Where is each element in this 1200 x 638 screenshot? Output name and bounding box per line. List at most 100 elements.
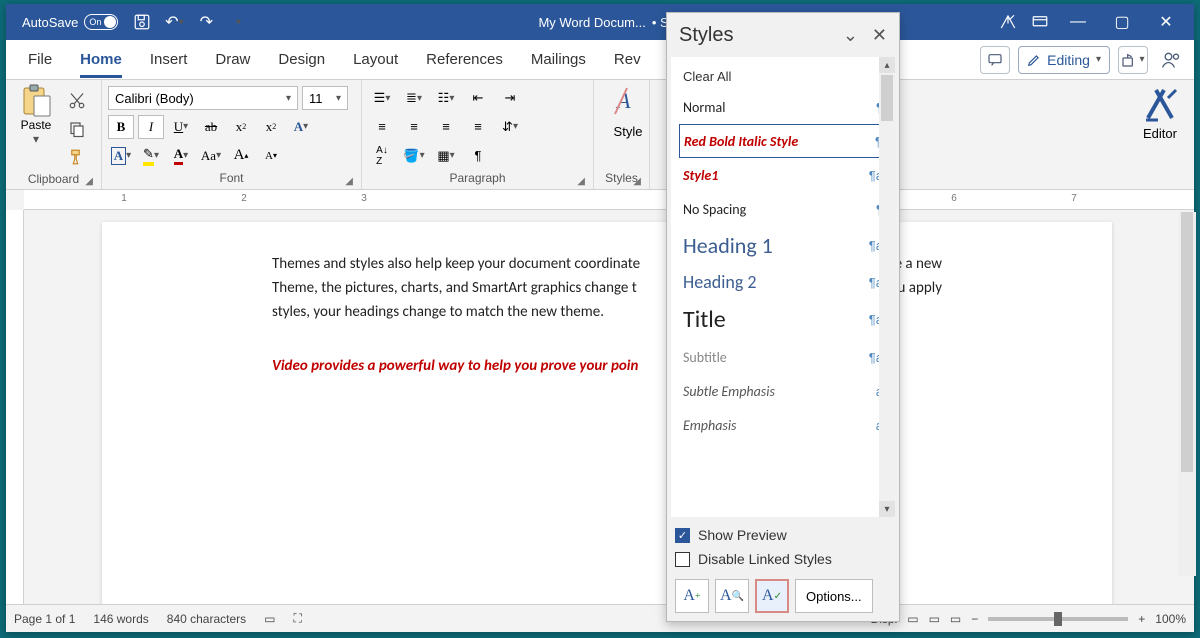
- paste-button[interactable]: Paste▾: [12, 84, 60, 170]
- styles-pane: Styles ⌄ ✕ Clear All Normal¶Red Bold Ita…: [666, 12, 900, 622]
- undo-icon[interactable]: ↶▾: [158, 6, 190, 38]
- styles-launcher-icon[interactable]: ◢: [633, 176, 641, 187]
- font-color-button[interactable]: A▾: [168, 144, 194, 168]
- autosave-toggle[interactable]: On: [84, 14, 118, 30]
- cut-icon[interactable]: [64, 88, 90, 114]
- tab-mailings[interactable]: Mailings: [517, 40, 600, 80]
- status-accessibility-icon[interactable]: ⛶: [294, 611, 302, 626]
- manage-styles-button[interactable]: A✓: [755, 579, 789, 613]
- show-marks-button[interactable]: ¶: [464, 144, 492, 168]
- clipboard-group-label: Clipboard: [28, 172, 79, 186]
- show-preview-checkbox[interactable]: ✓Show Preview: [675, 523, 891, 547]
- vertical-ruler[interactable]: [6, 210, 24, 604]
- font-color-outline-button[interactable]: A▾: [108, 144, 134, 168]
- clipboard-launcher-icon[interactable]: ◢: [85, 176, 93, 187]
- comments-button[interactable]: [980, 46, 1010, 74]
- align-center-button[interactable]: ≡: [400, 115, 428, 139]
- ribbon-reader-icon[interactable]: [992, 6, 1024, 38]
- style-item-5[interactable]: Heading 2¶a: [679, 265, 893, 299]
- sort-button[interactable]: A↓Z: [368, 144, 396, 168]
- format-painter-icon[interactable]: [64, 144, 90, 170]
- style-item-3[interactable]: No Spacing¶: [679, 192, 893, 226]
- paragraph-launcher-icon[interactable]: ◢: [577, 176, 585, 187]
- style-clear-all[interactable]: Clear All: [679, 63, 893, 90]
- styles-gallery-button[interactable]: A Style: [600, 84, 656, 139]
- bold-button[interactable]: B: [108, 115, 134, 139]
- increase-indent-button[interactable]: ⇥: [496, 86, 524, 110]
- shading-button[interactable]: 🪣▾: [400, 144, 428, 168]
- ribbon-display-icon[interactable]: [1024, 6, 1056, 38]
- multilevel-button[interactable]: ☷▾: [432, 86, 460, 110]
- view-web-icon[interactable]: ▭: [950, 612, 961, 626]
- font-launcher-icon[interactable]: ◢: [345, 176, 353, 187]
- align-left-button[interactable]: ≡: [368, 115, 396, 139]
- style-item-4[interactable]: Heading 1¶a: [679, 226, 893, 265]
- zoom-level[interactable]: 100%: [1155, 612, 1186, 626]
- highlight-button[interactable]: ✎▾: [138, 144, 164, 168]
- horizontal-ruler[interactable]: 1 2 3 6 7: [24, 190, 1194, 210]
- change-case-button[interactable]: Aa▾: [198, 144, 224, 168]
- align-right-button[interactable]: ≡: [432, 115, 460, 139]
- style-item-7[interactable]: Subtitle¶a: [679, 340, 893, 374]
- bullets-button[interactable]: ☰▾: [368, 86, 396, 110]
- justify-button[interactable]: ≡: [464, 115, 492, 139]
- zoom-slider[interactable]: [988, 617, 1128, 621]
- style-item-0[interactable]: Normal¶: [679, 90, 893, 124]
- options-button[interactable]: Options...: [795, 579, 873, 613]
- tab-design[interactable]: Design: [264, 40, 339, 80]
- grow-font-button[interactable]: A▴: [228, 144, 254, 168]
- zoom-in-button[interactable]: +: [1138, 612, 1145, 626]
- tab-file[interactable]: File: [14, 40, 66, 80]
- qat-customize-icon[interactable]: ▾: [222, 6, 254, 38]
- text-effects-button[interactable]: A▾: [288, 115, 314, 139]
- decrease-indent-button[interactable]: ⇤: [464, 86, 492, 110]
- tab-insert[interactable]: Insert: [136, 40, 202, 80]
- account-icon[interactable]: [1156, 46, 1186, 74]
- status-readmode-icon[interactable]: ▭: [264, 612, 275, 626]
- tab-review[interactable]: Rev: [600, 40, 655, 80]
- strikethrough-button[interactable]: ab: [198, 115, 224, 139]
- styles-scrollbar[interactable]: ▴▾: [879, 57, 895, 517]
- style-item-6[interactable]: Title¶a: [679, 299, 893, 340]
- status-chars[interactable]: 840 characters: [167, 612, 246, 626]
- shrink-font-button[interactable]: A▾: [258, 144, 284, 168]
- vertical-scrollbar[interactable]: [1178, 212, 1196, 576]
- styles-pane-close-icon[interactable]: ✕: [872, 25, 887, 46]
- redo-icon[interactable]: ↷: [190, 6, 222, 38]
- borders-button[interactable]: ▦▾: [432, 144, 460, 168]
- zoom-out-button[interactable]: −: [971, 612, 978, 626]
- editing-mode-button[interactable]: Editing▾: [1018, 46, 1110, 74]
- document-page[interactable]: Themes and styles also help keep your do…: [102, 222, 1112, 604]
- status-words[interactable]: 146 words: [93, 612, 148, 626]
- line-spacing-button[interactable]: ⇵▾: [496, 115, 524, 139]
- minimize-button[interactable]: —: [1056, 6, 1100, 38]
- italic-button[interactable]: I: [138, 115, 164, 139]
- tab-draw[interactable]: Draw: [201, 40, 264, 80]
- underline-button[interactable]: U▾: [168, 115, 194, 139]
- font-name-select[interactable]: Calibri (Body)▾: [108, 86, 298, 110]
- disable-linked-checkbox[interactable]: Disable Linked Styles: [675, 547, 891, 571]
- style-item-9[interactable]: Emphasisa: [679, 408, 893, 442]
- copy-icon[interactable]: [64, 116, 90, 142]
- superscript-button[interactable]: x2: [258, 115, 284, 139]
- style-item-1[interactable]: Red Bold Italic Style¶: [679, 124, 893, 158]
- view-read-icon[interactable]: ▭: [907, 612, 918, 626]
- style-item-8[interactable]: Subtle Emphasisa: [679, 374, 893, 408]
- styles-pane-dropdown-icon[interactable]: ⌄: [843, 25, 858, 46]
- tab-references[interactable]: References: [412, 40, 517, 80]
- status-page[interactable]: Page 1 of 1: [14, 612, 75, 626]
- tab-home[interactable]: Home: [66, 40, 136, 80]
- share-button[interactable]: ▾: [1118, 46, 1148, 74]
- style-item-2[interactable]: Style1¶a: [679, 158, 893, 192]
- new-style-button[interactable]: A+: [675, 579, 709, 613]
- style-inspector-button[interactable]: A🔍: [715, 579, 749, 613]
- maximize-button[interactable]: ▢: [1100, 6, 1144, 38]
- font-size-select[interactable]: 11▾: [302, 86, 348, 110]
- numbering-button[interactable]: ≣▾: [400, 86, 428, 110]
- view-print-icon[interactable]: ▭: [929, 612, 940, 626]
- subscript-button[interactable]: x2: [228, 115, 254, 139]
- tab-layout[interactable]: Layout: [339, 40, 412, 80]
- editor-button[interactable]: Editor: [1128, 84, 1192, 141]
- save-icon[interactable]: [126, 6, 158, 38]
- close-button[interactable]: ✕: [1144, 6, 1188, 38]
